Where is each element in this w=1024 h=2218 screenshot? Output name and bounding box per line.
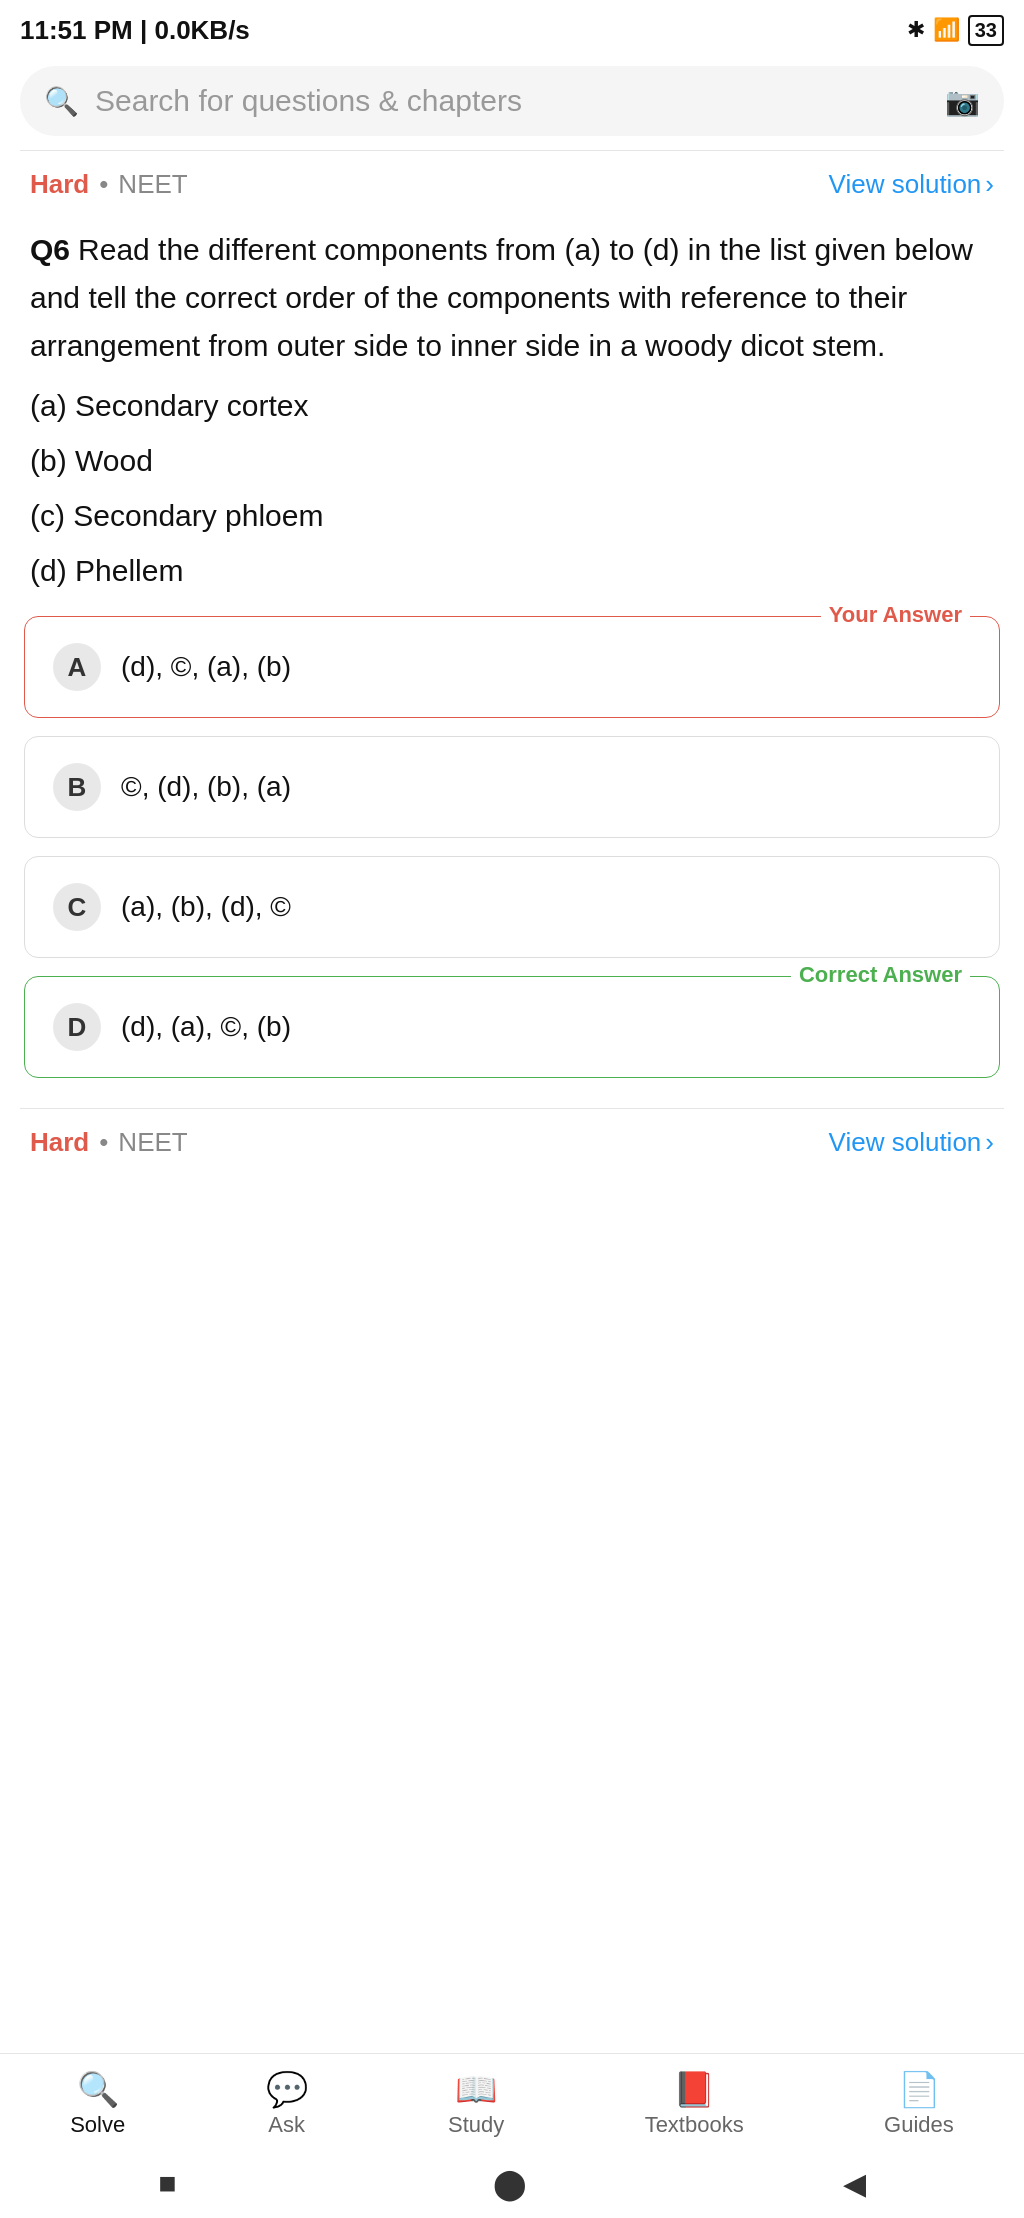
bluetooth-icon: ✱ (907, 17, 925, 43)
android-stop-button[interactable]: ■ (158, 2166, 176, 2200)
study-icon: 📖 (455, 2072, 497, 2106)
your-answer-label: Your Answer (821, 602, 970, 628)
option-c-letter: C (53, 883, 101, 931)
question6-list-item-b: (b) Wood (30, 435, 994, 486)
android-nav-bar: ■ ⬤ ◀ (0, 2148, 1024, 2218)
exam-label-bottom: NEET (118, 1127, 187, 1158)
question6-body-text: Read the different components from (a) t… (30, 233, 973, 362)
question-number: Q6 (30, 233, 70, 266)
page-content: 11:51 PM | 0.0KB/s ✱ 📶 33 🔍 Search for q… (0, 0, 1024, 1388)
camera-icon[interactable]: 📷 (945, 85, 980, 118)
status-icons: ✱ 📶 33 (907, 15, 1004, 46)
option-a-wrapper: Your Answer A (d), ©, (a), (b) (24, 616, 1000, 718)
option-c-box[interactable]: C (a), (b), (d), © (24, 856, 1000, 958)
question6-list: (a) Secondary cortex (b) Wood (c) Second… (30, 380, 994, 596)
question6-list-item-d: (d) Phellem (30, 545, 994, 596)
meta-dot-bottom: • (99, 1127, 108, 1158)
textbooks-icon: 📕 (673, 2072, 715, 2106)
search-icon: 🔍 (44, 85, 79, 118)
search-bar[interactable]: 🔍 Search for questions & chapters 📷 (20, 66, 1004, 136)
option-a-box[interactable]: A (d), ©, (a), (b) (24, 616, 1000, 718)
android-back-button[interactable]: ◀ (843, 2166, 866, 2201)
solve-icon: 🔍 (77, 2072, 119, 2106)
bottom-nav: 🔍 Solve 💬 Ask 📖 Study 📕 Textbooks 📄 Guid… (0, 2053, 1024, 2148)
question6-text: Q6Read the different components from (a)… (30, 226, 994, 370)
nav-textbooks[interactable]: 📕 Textbooks (645, 2072, 744, 2138)
status-time: 11:51 PM | 0.0KB/s (20, 15, 250, 46)
view-solution-button-top[interactable]: View solution › (829, 169, 994, 200)
signal-icons: 📶 (933, 17, 960, 43)
search-placeholder: Search for questions & chapters (95, 84, 929, 118)
android-home-button[interactable]: ⬤ (493, 2166, 527, 2201)
option-d-box[interactable]: D (d), (a), ©, (b) (24, 976, 1000, 1078)
status-bar: 11:51 PM | 0.0KB/s ✱ 📶 33 (0, 0, 1024, 56)
difficulty-label-bottom: Hard (30, 1127, 89, 1158)
option-a-letter: A (53, 643, 101, 691)
correct-answer-label: Correct Answer (791, 962, 970, 988)
solve-label: Solve (70, 2112, 125, 2138)
meta-dot: • (99, 169, 108, 200)
option-c-text: (a), (b), (d), © (121, 887, 291, 926)
question6-block: Q6Read the different components from (a)… (0, 210, 1024, 606)
question6-list-item-c: (c) Secondary phloem (30, 490, 994, 541)
question6-list-item-a: (a) Secondary cortex (30, 380, 994, 431)
nav-study[interactable]: 📖 Study (448, 2072, 504, 2138)
ask-label: Ask (268, 2112, 305, 2138)
view-solution-button-bottom[interactable]: View solution › (829, 1127, 994, 1158)
exam-label: NEET (118, 169, 187, 200)
page-bottom-spacer (0, 1168, 1024, 1368)
difficulty-label: Hard (30, 169, 89, 200)
option-b-text: ©, (d), (b), (a) (121, 767, 291, 806)
option-d-letter: D (53, 1003, 101, 1051)
nav-solve[interactable]: 🔍 Solve (70, 2072, 125, 2138)
option-c-wrapper: C (a), (b), (d), © (24, 856, 1000, 958)
guides-label: Guides (884, 2112, 954, 2138)
guides-icon: 📄 (898, 2072, 940, 2106)
option-b-wrapper: B ©, (d), (b), (a) (24, 736, 1000, 838)
option-d-wrapper: Correct Answer D (d), (a), ©, (b) (24, 976, 1000, 1078)
nav-ask[interactable]: 💬 Ask (266, 2072, 308, 2138)
question6-meta-left: Hard • NEET (30, 169, 188, 200)
option-d-text: (d), (a), ©, (b) (121, 1007, 291, 1046)
question6-meta-top: Hard • NEET View solution › (0, 151, 1024, 210)
option-b-box[interactable]: B ©, (d), (b), (a) (24, 736, 1000, 838)
options-container: Your Answer A (d), ©, (a), (b) B ©, (d),… (0, 606, 1024, 1088)
option-a-text: (d), ©, (a), (b) (121, 647, 291, 686)
study-label: Study (448, 2112, 504, 2138)
textbooks-label: Textbooks (645, 2112, 744, 2138)
question6-meta-bottom-left: Hard • NEET (30, 1127, 188, 1158)
option-b-letter: B (53, 763, 101, 811)
question6-meta-bottom: Hard • NEET View solution › (0, 1109, 1024, 1168)
battery-indicator: 33 (968, 15, 1004, 46)
nav-guides[interactable]: 📄 Guides (884, 2072, 954, 2138)
ask-icon: 💬 (266, 2072, 308, 2106)
